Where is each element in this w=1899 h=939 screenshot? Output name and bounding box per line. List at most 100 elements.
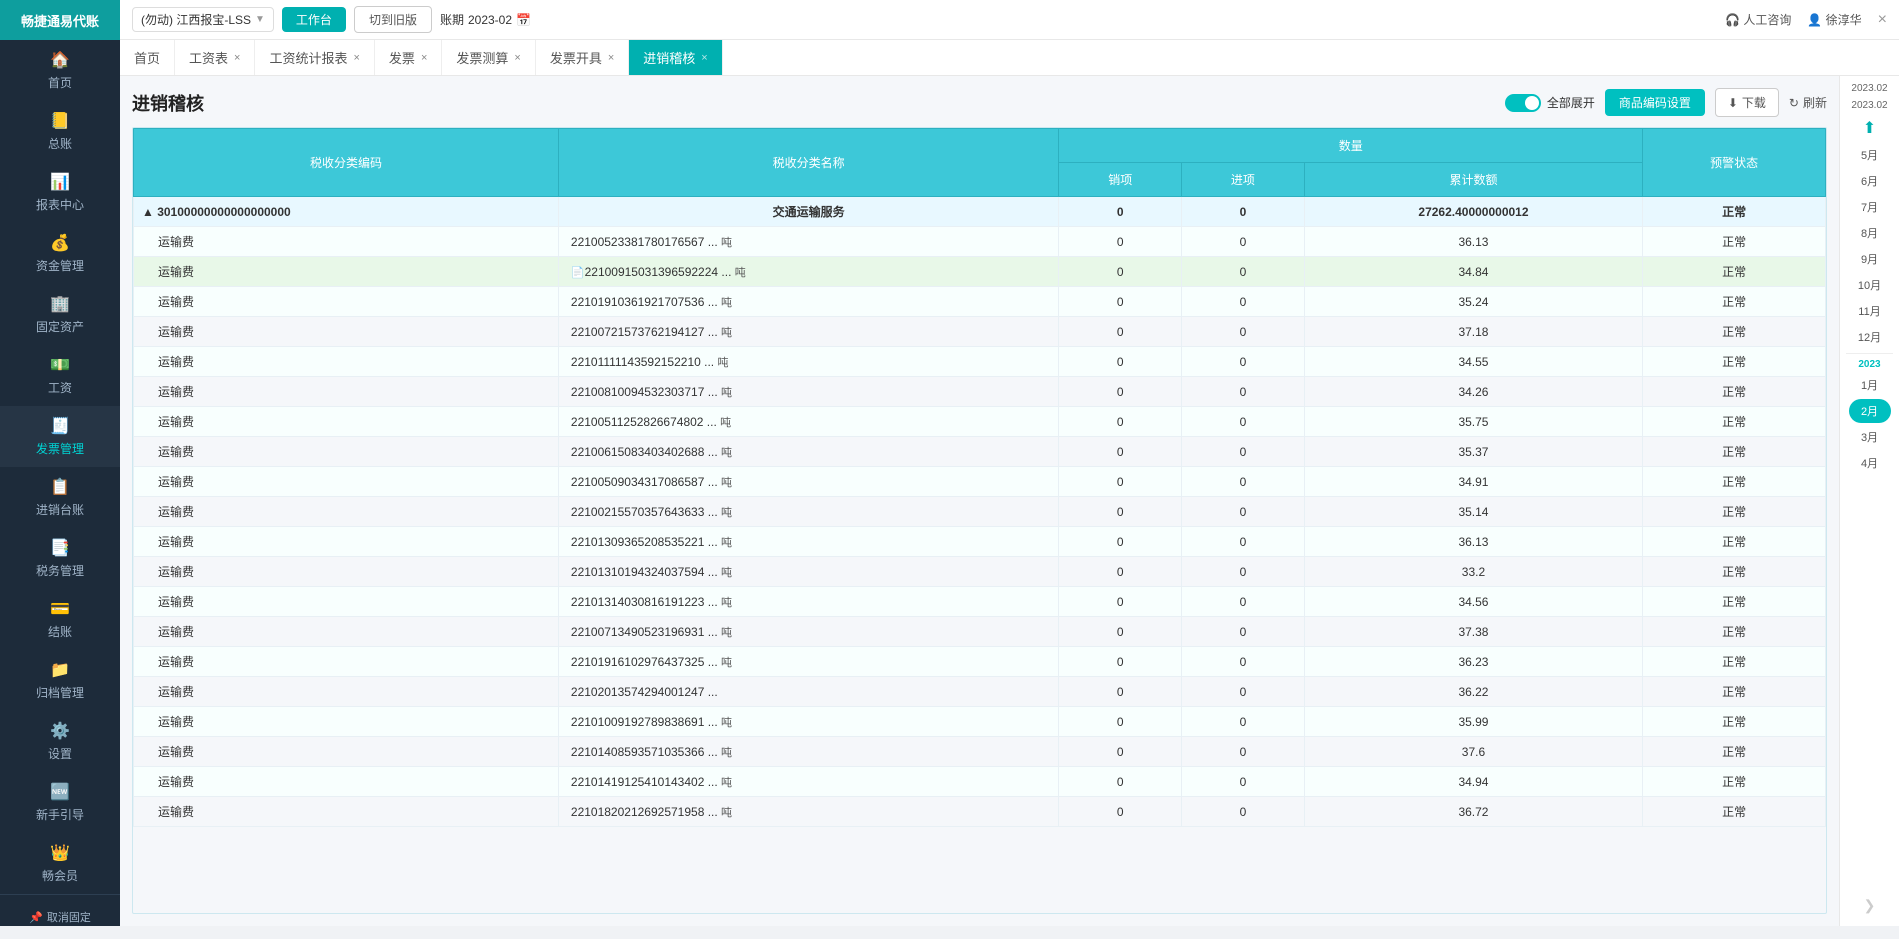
cell-status: 正常: [1643, 677, 1826, 707]
cell-name: 交通运输服务: [558, 197, 1058, 227]
company-name: (勿动) 江西报宝-LSS: [141, 11, 251, 28]
cell-purchase: 0: [1182, 617, 1305, 647]
sidebar-bottom: 📌 取消固定: [0, 894, 120, 939]
cell-status: 正常: [1643, 317, 1826, 347]
sidebar-item-salary[interactable]: 💵 工资: [0, 345, 120, 406]
cell-cumulative: 34.84: [1304, 257, 1642, 287]
table-row[interactable]: 运输费 22100511252826674802 ... 吨 0 0 35.75…: [134, 407, 1826, 437]
table-row[interactable]: 运输费 22102013574294001247 ... 0 0 36.22 正…: [134, 677, 1826, 707]
sidebar-item-settlement[interactable]: 💳 结账: [0, 589, 120, 650]
table-row[interactable]: ▲ 30100000000000000000 交通运输服务 0 0 27262.…: [134, 197, 1826, 227]
table-row[interactable]: 运输费 22100615083403402688 ... 吨 0 0 35.37…: [134, 437, 1826, 467]
cal-month-5[interactable]: 5月: [1849, 143, 1891, 167]
expand-toggle[interactable]: 全部展开: [1505, 94, 1595, 112]
guide-icon: 🆕: [50, 782, 70, 802]
cal-expand-icon[interactable]: ❯: [1856, 889, 1884, 922]
sidebar-item-settings[interactable]: ⚙️ 设置: [0, 711, 120, 772]
cal-month-12[interactable]: 12月: [1849, 325, 1891, 349]
table-row[interactable]: 运输费 22100215570357643633 ... 吨 0 0 35.14…: [134, 497, 1826, 527]
sidebar-item-invoice-mgmt[interactable]: 🧾 发票管理: [0, 406, 120, 467]
table-row[interactable]: 运输费 22100523381780176567 ... 吨 0 0 36.13…: [134, 227, 1826, 257]
table-row[interactable]: 运输费 22101314030816191223 ... 吨 0 0 34.56…: [134, 587, 1826, 617]
table-row[interactable]: 运输费 22101111143592152210 ... 吨 0 0 34.55…: [134, 347, 1826, 377]
table-row[interactable]: 运输费 22101820212692571958 ... 吨 0 0 36.72…: [134, 797, 1826, 827]
table-row[interactable]: 运输费 22100509034317086587 ... 吨 0 0 34.91…: [134, 467, 1826, 497]
sidebar-item-label: 新手引导: [36, 806, 84, 823]
sidebar-item-ledger[interactable]: 📒 总账: [0, 101, 120, 162]
tab-close-icon[interactable]: ×: [234, 52, 240, 64]
table-row[interactable]: 运输费 22100810094532303717 ... 吨 0 0 34.26…: [134, 377, 1826, 407]
cal-nav-up-icon[interactable]: ⬆: [1859, 114, 1880, 142]
table-row[interactable]: 运输费 22101408593571035366 ... 吨 0 0 37.6 …: [134, 737, 1826, 767]
cal-month-10[interactable]: 10月: [1849, 273, 1891, 297]
settings-button[interactable]: 商品编码设置: [1605, 89, 1705, 116]
sidebar-item-home[interactable]: 🏠 首页: [0, 40, 120, 101]
cal-month-9[interactable]: 9月: [1849, 247, 1891, 271]
close-button[interactable]: ×: [1878, 11, 1887, 29]
sidebar-item-label: 报表中心: [36, 196, 84, 213]
cal-month-3[interactable]: 3月: [1849, 425, 1891, 449]
tab-close-icon[interactable]: ×: [514, 52, 520, 64]
tab-invoice-open[interactable]: 发票开具 ×: [536, 40, 629, 75]
cell-status: 正常: [1643, 497, 1826, 527]
tab-close-icon[interactable]: ×: [701, 52, 707, 64]
sidebar-item-report[interactable]: 📊 报表中心: [0, 162, 120, 223]
toggle-switch[interactable]: [1505, 94, 1541, 112]
cal-month-8[interactable]: 8月: [1849, 221, 1891, 245]
table-row[interactable]: 运输费 22100713490523196931 ... 吨 0 0 37.38…: [134, 617, 1826, 647]
table-row[interactable]: 运输费 22101910361921707536 ... 吨 0 0 35.24…: [134, 287, 1826, 317]
tax-icon: 📑: [50, 538, 70, 558]
cal-month-6[interactable]: 6月: [1849, 169, 1891, 193]
unpin-button[interactable]: 📌 取消固定: [4, 903, 116, 931]
cell-tax-id: 22101310194324037594 ... 吨: [558, 557, 1058, 587]
cell-status: 正常: [1643, 377, 1826, 407]
sidebar-item-tax[interactable]: 📑 税务管理: [0, 528, 120, 589]
cell-tax-id: 22101009192789838691 ... 吨: [558, 707, 1058, 737]
sidebar-item-assets[interactable]: 🏢 固定资产: [0, 284, 120, 345]
workbench-button[interactable]: 工作台: [282, 7, 346, 32]
switch-version-button[interactable]: 切到旧版: [354, 6, 432, 33]
calendar-icon: 📅: [516, 13, 531, 27]
refresh-button[interactable]: ↻ 刷新: [1789, 94, 1827, 111]
cell-name: 运输费: [134, 347, 559, 377]
table-row[interactable]: 运输费 22101419125410143402 ... 吨 0 0 34.94…: [134, 767, 1826, 797]
user-menu[interactable]: 👤 徐淳华: [1807, 11, 1861, 28]
cell-name: 运输费: [134, 527, 559, 557]
tab-close-icon[interactable]: ×: [608, 52, 614, 64]
download-icon: ⬇: [1728, 96, 1738, 110]
cal-month-2-active[interactable]: 2月: [1849, 399, 1891, 423]
table-row[interactable]: 运输费 22101309365208535221 ... 吨 0 0 36.13…: [134, 527, 1826, 557]
username: 徐淳华: [1826, 13, 1862, 27]
company-selector[interactable]: (勿动) 江西报宝-LSS ▼: [132, 7, 274, 32]
cell-tax-id: 22101419125410143402 ... 吨: [558, 767, 1058, 797]
download-button[interactable]: ⬇ 下载: [1715, 88, 1779, 117]
support-link[interactable]: 🎧 人工咨询: [1725, 11, 1791, 28]
tab-invoice[interactable]: 发票 ×: [375, 40, 442, 75]
tab-salary-stat[interactable]: 工资统计报表 ×: [255, 40, 374, 75]
table-row[interactable]: 运输费 22100721573762194127 ... 吨 0 0 37.18…: [134, 317, 1826, 347]
cell-tax-id: 22101820212692571958 ... 吨: [558, 797, 1058, 827]
tab-close-icon[interactable]: ×: [421, 52, 427, 64]
sidebar-item-label: 总账: [48, 135, 72, 152]
sidebar-item-fund[interactable]: 💰 资金管理: [0, 223, 120, 284]
cal-month-1[interactable]: 1月: [1849, 373, 1891, 397]
sidebar-item-guide[interactable]: 🆕 新手引导: [0, 772, 120, 833]
cal-month-7[interactable]: 7月: [1849, 195, 1891, 219]
sidebar-item-member[interactable]: 👑 畅会员: [0, 833, 120, 894]
salary-icon: 💵: [50, 355, 70, 375]
tab-home[interactable]: 首页: [120, 40, 175, 75]
cal-month-11[interactable]: 11月: [1849, 299, 1891, 323]
table-row[interactable]: 运输费 22101009192789838691 ... 吨 0 0 35.99…: [134, 707, 1826, 737]
table-row[interactable]: 运输费 📄22100915031396592224 ... 吨 0 0 34.8…: [134, 257, 1826, 287]
main-table: 税收分类编码 税收分类名称 数量 预警状态 销项 进项 累计数额 ▲ 3: [133, 128, 1826, 827]
tab-close-icon[interactable]: ×: [353, 52, 359, 64]
sidebar-item-archive[interactable]: 📁 归档管理: [0, 650, 120, 711]
tab-sales-check[interactable]: 进销稽核 ×: [629, 40, 722, 75]
tab-label: 发票测算: [456, 48, 508, 67]
table-row[interactable]: 运输费 22101916102976437325 ... 吨 0 0 36.23…: [134, 647, 1826, 677]
tab-salary[interactable]: 工资表 ×: [175, 40, 255, 75]
tab-invoice-calc[interactable]: 发票测算 ×: [442, 40, 535, 75]
table-row[interactable]: 运输费 22101310194324037594 ... 吨 0 0 33.2 …: [134, 557, 1826, 587]
sidebar-item-sales-desk[interactable]: 📋 进销台账: [0, 467, 120, 528]
cal-month-4[interactable]: 4月: [1849, 451, 1891, 475]
